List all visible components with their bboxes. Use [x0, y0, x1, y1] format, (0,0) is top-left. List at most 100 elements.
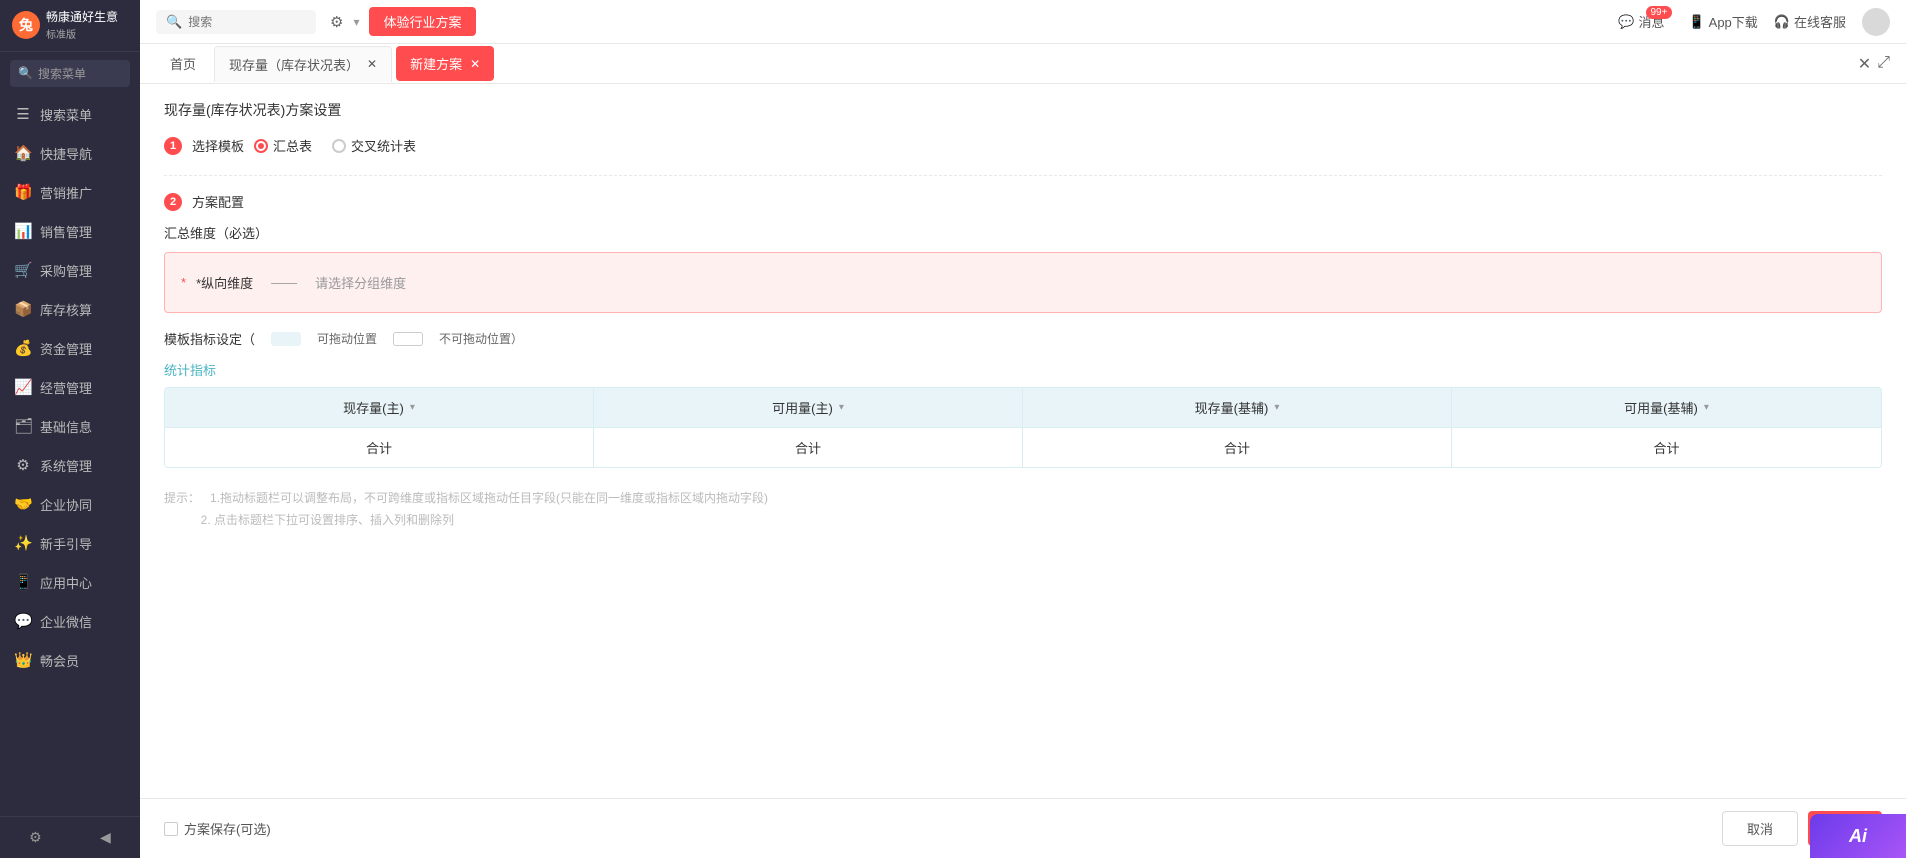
logo-badge: 标准版: [46, 26, 118, 41]
user-avatar[interactable]: [1862, 8, 1890, 36]
sidebar-item-operations[interactable]: 📈 经营管理: [0, 368, 140, 407]
logo-text: 畅康通好生意: [46, 10, 118, 26]
plan-save-checkbox[interactable]: [164, 822, 178, 836]
sidebar-item-new-guide[interactable]: ✨ 新手引导: [0, 524, 140, 563]
radio-summary-circle: [254, 139, 268, 153]
chart-icon: 📊: [14, 222, 32, 240]
step1-title: 选择模板: [192, 136, 244, 155]
handshake-icon: 🤝: [14, 495, 32, 513]
sidebar: 兔 畅康通好生意 标准版 🔍 搜索菜单 ☰ 搜索菜单 🏠 快捷导航 🎁 营销推广…: [0, 0, 140, 858]
sidebar-item-label: 采购管理: [40, 261, 92, 280]
col3-chevron-icon: ▾: [1274, 402, 1279, 413]
plan-save-label: 方案保存(可选): [184, 819, 271, 838]
gear-sidebar-icon: ⚙: [14, 456, 32, 474]
sidebar-item-label: 基础信息: [40, 417, 92, 436]
top-search[interactable]: 🔍: [156, 10, 316, 34]
fold-sidebar-button[interactable]: ◀: [92, 825, 119, 850]
sidebar-item-quick-nav[interactable]: 🏠 快捷导航: [0, 134, 140, 173]
home-icon: 🏠: [14, 144, 32, 162]
plan-save-checkbox-wrapper[interactable]: 方案保存(可选): [164, 819, 271, 838]
tab-home[interactable]: 首页: [156, 46, 210, 81]
app-download-button[interactable]: 📱 App下载: [1688, 12, 1757, 31]
message-button[interactable]: 💬 消息 99+: [1618, 12, 1664, 31]
trend-icon: 📈: [14, 378, 32, 396]
sidebar-item-marketing[interactable]: 🎁 营销推广: [0, 173, 140, 212]
sidebar-item-label: 资金管理: [40, 339, 92, 358]
step-divider-1: [164, 175, 1882, 176]
step2-section: 2 方案配置 汇总维度（必选） * *纵向维度 —— 请选择分组维度 模板指标设…: [164, 192, 1882, 531]
sidebar-item-finance[interactable]: 💰 资金管理: [0, 329, 140, 368]
stats-col4-cell: 合计: [1452, 427, 1881, 467]
folder-icon: 🗂: [14, 417, 32, 435]
close-window-icon[interactable]: ✕: [1858, 54, 1871, 74]
required-star: *: [181, 275, 186, 290]
stats-col3-header[interactable]: 现存量(基辅) ▾: [1023, 388, 1452, 427]
statistics-section: 统计指标 现存量(主) ▾ 可用量(主) ▾: [164, 360, 1882, 468]
stats-title: 统计指标: [164, 360, 1882, 379]
hints-section: 提示： 1.拖动标题栏可以调整布局，不可跨维度或指标区域拖动任目字段(只能在同一…: [164, 488, 1882, 531]
sidebar-item-label: 销售管理: [40, 222, 92, 241]
tab-inventory-status[interactable]: 现存量（库存状况表） ✕: [214, 46, 392, 82]
sidebar-item-system[interactable]: ⚙ 系统管理: [0, 446, 140, 485]
online-service-button[interactable]: 🎧 在线客服: [1774, 12, 1846, 31]
tab-home-label: 首页: [170, 54, 196, 73]
sidebar-item-label: 新手引导: [40, 534, 92, 553]
mobile-icon: 📱: [14, 573, 32, 591]
stats-col2-cell: 合计: [594, 427, 1023, 467]
col1-chevron-icon: ▾: [410, 402, 415, 413]
tab-new-plan[interactable]: 新建方案 ✕: [396, 46, 494, 81]
sidebar-item-inventory[interactable]: 📦 库存核算: [0, 290, 140, 329]
col4-chevron-icon: ▾: [1704, 402, 1709, 413]
cancel-button[interactable]: 取消: [1722, 811, 1798, 846]
search-input[interactable]: [188, 15, 306, 29]
stats-col2-header[interactable]: 可用量(主) ▾: [594, 388, 1023, 427]
dimension-dash: ——: [271, 275, 297, 290]
ai-badge[interactable]: Ai: [1810, 814, 1906, 858]
sidebar-item-label: 企业协同: [40, 495, 92, 514]
radio-cross[interactable]: 交叉统计表: [332, 136, 416, 155]
sidebar-item-member[interactable]: 👑 畅会员: [0, 641, 140, 680]
sidebar-item-label: 系统管理: [40, 456, 92, 475]
radio-summary[interactable]: 汇总表: [254, 136, 312, 155]
crown-icon: 👑: [14, 651, 32, 669]
sidebar-item-label: 企业微信: [40, 612, 92, 631]
dimension-inner: * *纵向维度 —— 请选择分组维度: [181, 273, 1865, 292]
settings-icon[interactable]: ⚙: [330, 13, 343, 31]
expand-window-icon[interactable]: ⤢: [1877, 54, 1890, 74]
trial-button[interactable]: 体验行业方案: [369, 7, 475, 36]
template-indicator-row: 模板指标设定（ 可拖动位置 不可拖动位置）: [164, 329, 1882, 348]
sidebar-search[interactable]: 🔍 搜索菜单: [10, 60, 130, 87]
mobile-download-icon: 📱: [1688, 14, 1704, 30]
radio-cross-label: 交叉统计表: [351, 136, 416, 155]
sidebar-item-search-menu[interactable]: ☰ 搜索菜单: [0, 95, 140, 134]
inner-content: 现存量(库存状况表)方案设置 1 选择模板 汇总表 交叉统计表: [140, 84, 1906, 858]
sidebar-item-wechat[interactable]: 💬 企业微信: [0, 602, 140, 641]
bottom-bar: 方案保存(可选) 取消 查询: [140, 798, 1906, 858]
sidebar-search-label: 搜索菜单: [38, 65, 86, 82]
sidebar-item-cooperation[interactable]: 🤝 企业协同: [0, 485, 140, 524]
non-draggable-indicator: [393, 332, 423, 346]
sidebar-item-label: 快捷导航: [40, 144, 92, 163]
radio-summary-label: 汇总表: [273, 136, 312, 155]
sidebar-item-base-info[interactable]: 🗂 基础信息: [0, 407, 140, 446]
top-bar: 🔍 ⚙ ▾ 体验行业方案 💬 消息 99+ 📱 App下载 🎧 在线客服: [140, 0, 1906, 44]
sidebar-item-purchase[interactable]: 🛒 采购管理: [0, 251, 140, 290]
hint-2: 2. 点击标题栏下拉可设置排序、插入列和删除列: [164, 510, 1882, 532]
sidebar-item-label: 库存核算: [40, 300, 92, 319]
sidebar-item-sales[interactable]: 📊 销售管理: [0, 212, 140, 251]
tab-new-plan-close-icon[interactable]: ✕: [470, 57, 480, 71]
stats-col4-header[interactable]: 可用量(基辅) ▾: [1452, 388, 1881, 427]
tab-inventory-close-icon[interactable]: ✕: [367, 57, 377, 71]
sidebar-item-app-center[interactable]: 📱 应用中心: [0, 563, 140, 602]
gift-icon: 🎁: [14, 183, 32, 201]
sidebar-item-label: 营销推广: [40, 183, 92, 202]
radio-cross-circle: [332, 139, 346, 153]
sidebar-logo: 兔 畅康通好生意 标准版: [0, 0, 140, 52]
stats-col2-label: 可用量(主): [772, 398, 833, 417]
stats-col1-header[interactable]: 现存量(主) ▾: [165, 388, 594, 427]
step1-header: 1 选择模板 汇总表 交叉统计表: [164, 136, 1882, 155]
settings-button[interactable]: ⚙: [21, 825, 50, 850]
stats-col3-cell: 合计: [1023, 427, 1452, 467]
app-download-label: App下载: [1709, 12, 1758, 31]
stats-col1-cell: 合计: [165, 427, 594, 467]
